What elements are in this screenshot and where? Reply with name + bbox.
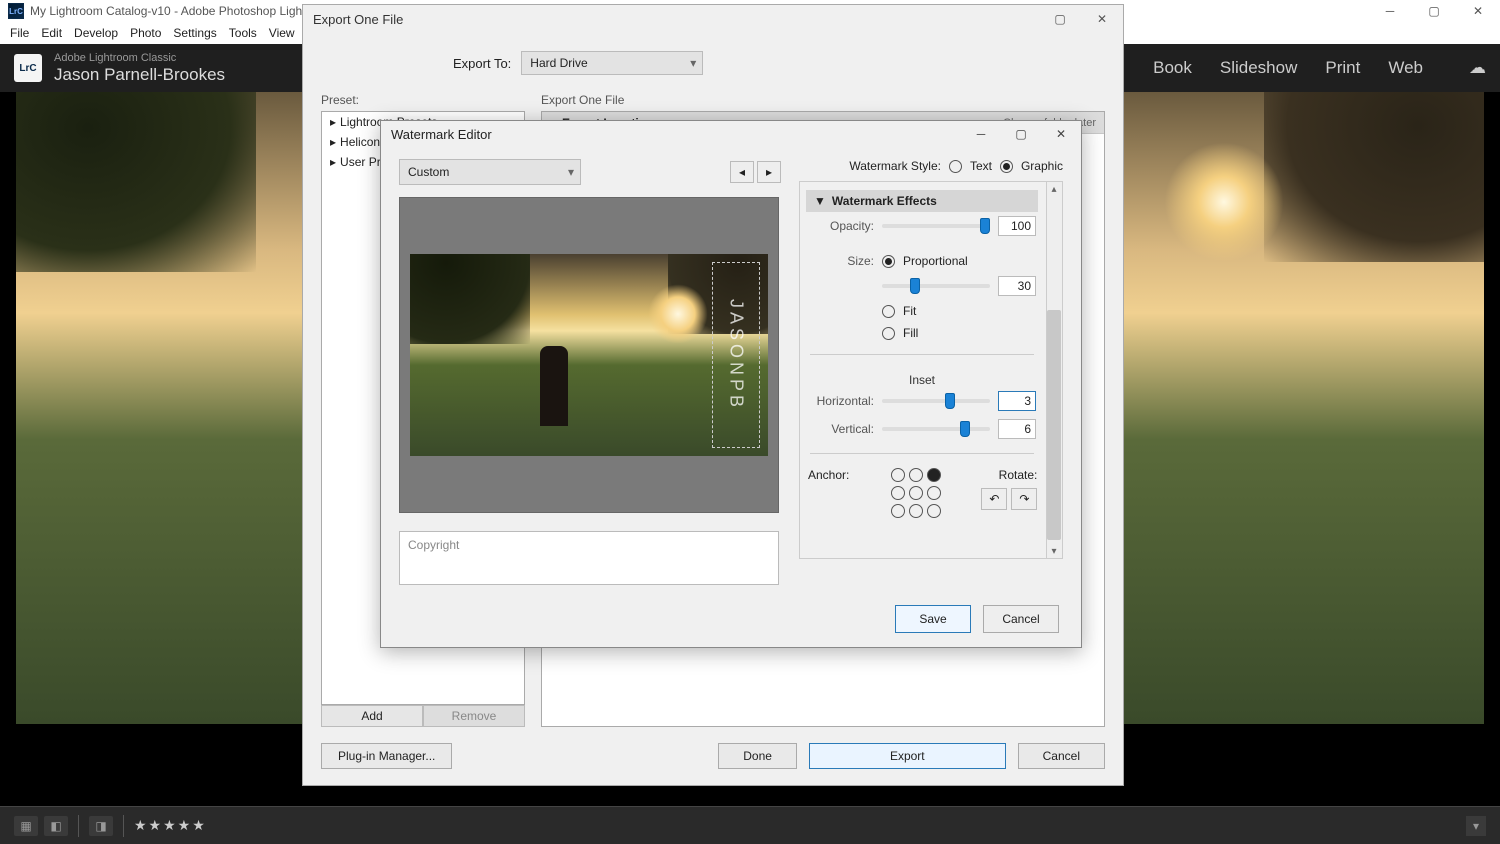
- settings-label: Export One File: [541, 93, 1105, 107]
- rotate-cw-button[interactable]: ↷: [1011, 488, 1037, 510]
- menu-edit[interactable]: Edit: [35, 24, 68, 42]
- preset-add-button[interactable]: Add: [321, 705, 423, 727]
- vertical-value[interactable]: 6: [998, 419, 1036, 439]
- maximize-icon[interactable]: ▢: [1412, 0, 1456, 22]
- copyright-input[interactable]: Copyright: [399, 531, 779, 585]
- close-icon[interactable]: ✕: [1456, 0, 1500, 22]
- export-to-select[interactable]: Hard Drive: [521, 51, 703, 75]
- horizontal-label: Horizontal:: [808, 394, 874, 408]
- preset-remove-button[interactable]: Remove: [423, 705, 525, 727]
- size-label: Size:: [808, 254, 874, 268]
- scroll-up-icon[interactable]: ▴: [1047, 182, 1061, 196]
- watermark-effects-header[interactable]: ▼ Watermark Effects: [806, 190, 1038, 212]
- window-title: My Lightroom Catalog-v10 - Adobe Photosh…: [30, 4, 323, 18]
- opacity-label: Opacity:: [808, 219, 874, 233]
- filmstrip-toolbar: ▦ ◧ ◨ ★★★★★ ▾: [0, 806, 1500, 844]
- export-maximize-icon[interactable]: ▢: [1039, 5, 1081, 33]
- export-button[interactable]: Export: [809, 743, 1006, 769]
- watermark-style-label: Watermark Style:: [849, 159, 941, 173]
- export-close-icon[interactable]: ✕: [1081, 5, 1123, 33]
- export-cancel-button[interactable]: Cancel: [1018, 743, 1105, 769]
- menu-photo[interactable]: Photo: [124, 24, 167, 42]
- angle-value[interactable]: – 90: [998, 181, 1036, 182]
- horizontal-value[interactable]: 3: [998, 391, 1036, 411]
- anchor-bl[interactable]: [891, 504, 905, 518]
- anchor-grid[interactable]: [891, 468, 943, 520]
- menu-develop[interactable]: Develop: [68, 24, 124, 42]
- tab-web[interactable]: Web: [1388, 58, 1423, 78]
- compare-view-icon[interactable]: ◧: [44, 816, 68, 836]
- grid-view-icon[interactable]: ▦: [14, 816, 38, 836]
- menu-file[interactable]: File: [4, 24, 35, 42]
- watermark-overlay: JASONPB: [712, 262, 760, 448]
- size-value[interactable]: 30: [998, 276, 1036, 296]
- export-minimize-icon[interactable]: [997, 5, 1039, 33]
- anchor-mr[interactable]: [927, 486, 941, 500]
- tab-book[interactable]: Book: [1153, 58, 1192, 78]
- watermark-preview: JASONPB: [399, 197, 779, 513]
- watermark-cancel-button[interactable]: Cancel: [983, 605, 1059, 633]
- anchor-mc[interactable]: [909, 486, 923, 500]
- anchor-tc[interactable]: [909, 468, 923, 482]
- anchor-br[interactable]: [927, 504, 941, 518]
- style-graphic-radio[interactable]: [1000, 160, 1013, 173]
- prev-image-button[interactable]: ◂: [730, 161, 754, 183]
- menu-view[interactable]: View: [263, 24, 301, 42]
- app-icon: LrC: [8, 3, 24, 19]
- lrc-badge: LrC: [14, 54, 42, 82]
- size-fill-radio[interactable]: [882, 327, 895, 340]
- watermark-preset-select[interactable]: Custom: [399, 159, 581, 185]
- vertical-slider[interactable]: [882, 427, 990, 431]
- opacity-value[interactable]: 100: [998, 216, 1036, 236]
- menu-settings[interactable]: Settings: [167, 24, 222, 42]
- product-name: Adobe Lightroom Classic: [54, 52, 225, 65]
- tab-slideshow[interactable]: Slideshow: [1220, 58, 1298, 78]
- horizontal-slider[interactable]: [882, 399, 990, 403]
- effects-scrollbar[interactable]: ▴ ▾: [1046, 182, 1062, 558]
- anchor-tr[interactable]: [927, 468, 941, 482]
- scroll-down-icon[interactable]: ▾: [1047, 544, 1061, 558]
- anchor-bc[interactable]: [909, 504, 923, 518]
- style-text-label: Text: [970, 159, 992, 173]
- style-text-radio[interactable]: [949, 160, 962, 173]
- tab-print[interactable]: Print: [1325, 58, 1360, 78]
- anchor-tl[interactable]: [891, 468, 905, 482]
- watermark-save-button[interactable]: Save: [895, 605, 971, 633]
- catalog-owner: Jason Parnell-Brookes: [54, 65, 225, 85]
- cloud-sync-icon[interactable]: ☁: [1469, 58, 1486, 78]
- rotate-label: Rotate:: [999, 468, 1038, 482]
- style-graphic-label: Graphic: [1021, 159, 1063, 173]
- size-fill-label: Fill: [903, 326, 918, 340]
- size-fit-label: Fit: [903, 304, 916, 318]
- survey-view-icon[interactable]: ◨: [89, 816, 113, 836]
- we-minimize-icon[interactable]: ─: [961, 121, 1001, 147]
- inset-label: Inset: [806, 365, 1038, 387]
- size-proportional-radio[interactable]: [882, 255, 895, 268]
- opacity-slider[interactable]: [882, 224, 990, 228]
- toolbar-menu-icon[interactable]: ▾: [1466, 816, 1486, 836]
- rotate-ccw-button[interactable]: ↶: [981, 488, 1007, 510]
- vertical-label: Vertical:: [808, 422, 874, 436]
- anchor-ml[interactable]: [891, 486, 905, 500]
- size-slider[interactable]: [882, 284, 990, 288]
- size-proportional-label: Proportional: [903, 254, 968, 268]
- done-button[interactable]: Done: [718, 743, 797, 769]
- minimize-icon[interactable]: ─: [1368, 0, 1412, 22]
- size-fit-radio[interactable]: [882, 305, 895, 318]
- we-maximize-icon[interactable]: ▢: [1001, 121, 1041, 147]
- export-to-label: Export To:: [453, 56, 511, 71]
- watermark-editor-dialog: Watermark Editor ─ ▢ ✕ Custom ◂ ▸ JASONP…: [380, 120, 1082, 648]
- menu-tools[interactable]: Tools: [223, 24, 263, 42]
- plugin-manager-button[interactable]: Plug-in Manager...: [321, 743, 452, 769]
- rating-stars[interactable]: ★★★★★: [134, 817, 207, 834]
- preset-label: Preset:: [321, 93, 525, 107]
- anchor-label: Anchor:: [808, 468, 849, 482]
- we-close-icon[interactable]: ✕: [1041, 121, 1081, 147]
- next-image-button[interactable]: ▸: [757, 161, 781, 183]
